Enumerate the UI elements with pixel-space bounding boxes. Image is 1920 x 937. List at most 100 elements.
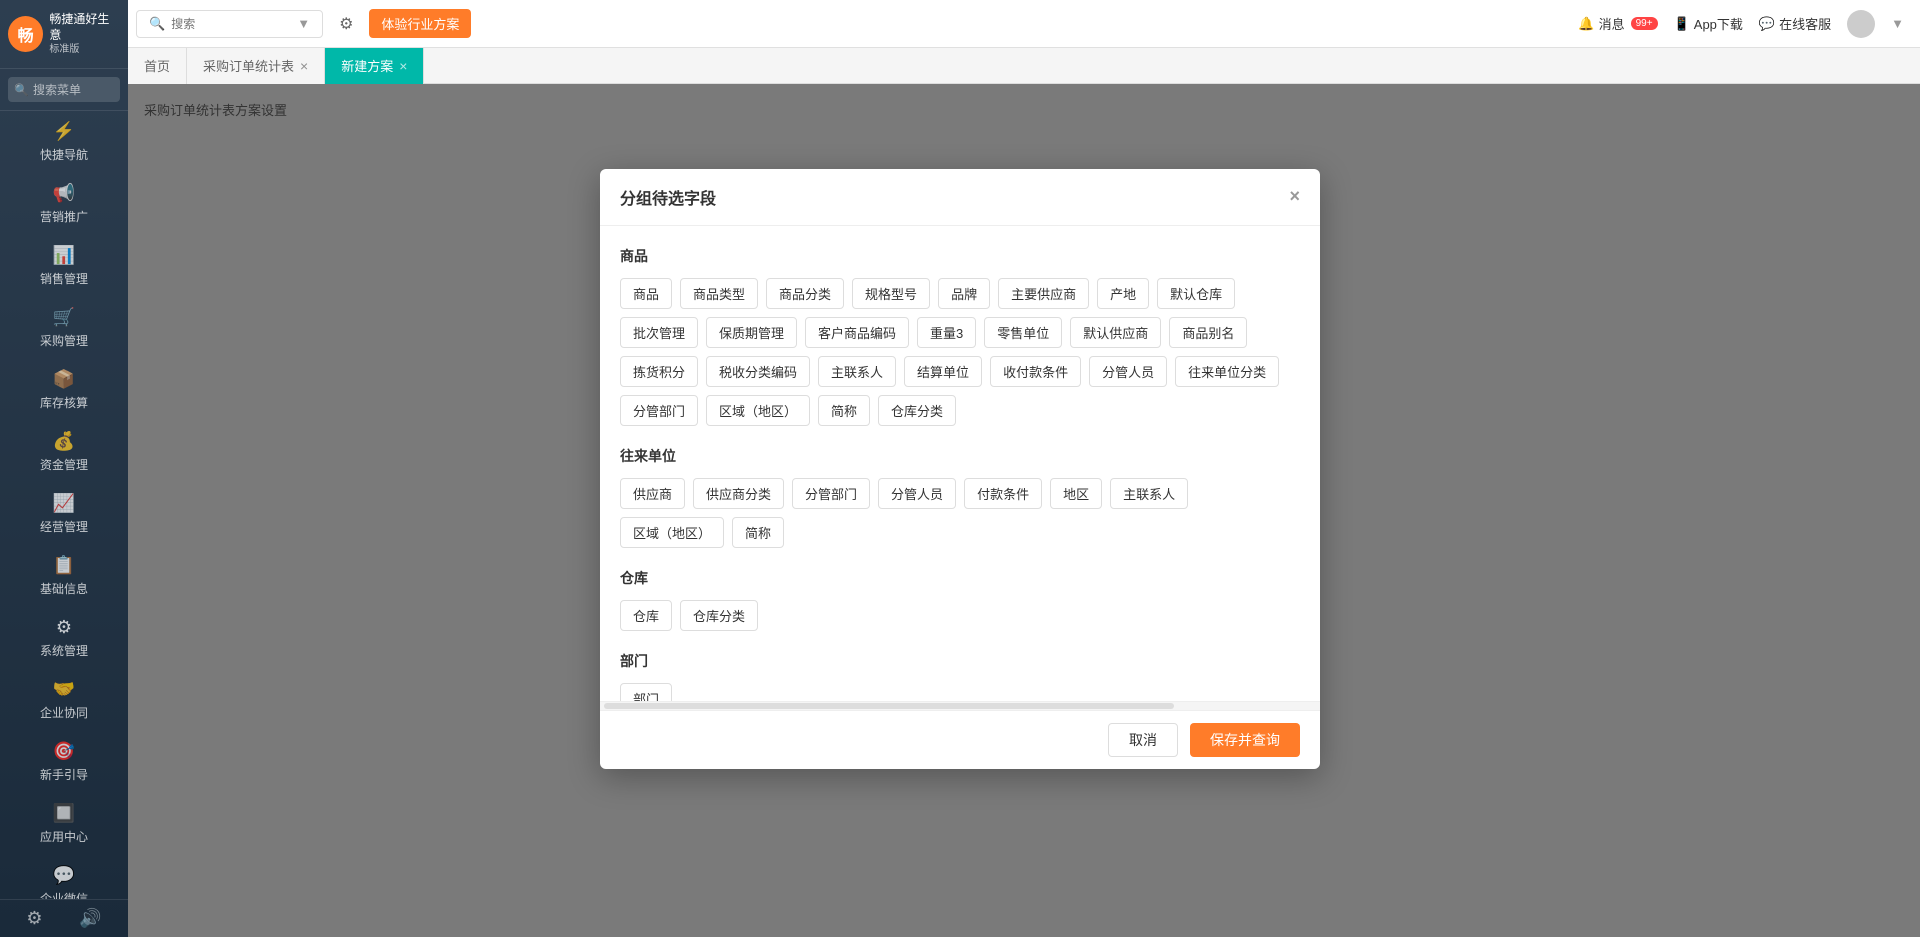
field-tag-goods-9[interactable]: 保质期管理 (706, 317, 797, 348)
field-tag-warehouse-1[interactable]: 仓库分类 (680, 600, 758, 631)
field-tag-warehouse-0[interactable]: 仓库 (620, 600, 672, 631)
field-tag-goods-6[interactable]: 产地 (1097, 278, 1149, 309)
notification-item[interactable]: 🔔 消息 99+ (1578, 14, 1657, 33)
sidebar-item-system[interactable]: ⚙ 系统管理 (0, 607, 128, 669)
field-tags-department: 部门 (620, 683, 1300, 702)
trial-button[interactable]: 体验行业方案 (369, 9, 471, 38)
field-tag-goods-12[interactable]: 零售单位 (984, 317, 1062, 348)
field-tag-goods-10[interactable]: 客户商品编码 (805, 317, 909, 348)
header-gear-icon[interactable]: ⚙ (331, 14, 361, 34)
sidebar-item-operation[interactable]: 📈 经营管理 (0, 483, 128, 545)
field-tag-department-0[interactable]: 部门 (620, 683, 672, 702)
tab-new-plan[interactable]: 新建方案× (325, 48, 424, 84)
field-tag-partner-2[interactable]: 分管部门 (792, 478, 870, 509)
volume-icon[interactable]: 🔊 (79, 908, 101, 929)
field-tag-goods-13[interactable]: 默认供应商 (1070, 317, 1161, 348)
sidebar-search-container: 🔍 搜索菜单 (0, 69, 128, 111)
field-tag-goods-23[interactable]: 区域（地区） (706, 395, 810, 426)
logo-text: 畅捷通好生意 标准版 (49, 12, 120, 56)
field-tag-goods-4[interactable]: 品牌 (938, 278, 990, 309)
tab-label-home: 首页 (144, 56, 170, 75)
sidebar-label-inventory: 库存核算 (40, 394, 88, 411)
field-tag-goods-18[interactable]: 结算单位 (904, 356, 982, 387)
sidebar-item-inventory[interactable]: 📦 库存核算 (0, 359, 128, 421)
sidebar-search-inner[interactable]: 🔍 搜索菜单 (8, 77, 120, 102)
field-tag-partner-8[interactable]: 简称 (732, 517, 784, 548)
field-tag-goods-21[interactable]: 往来单位分类 (1175, 356, 1279, 387)
sidebar-item-guide[interactable]: 🎯 新手引导 (0, 731, 128, 793)
field-tag-partner-4[interactable]: 付款条件 (964, 478, 1042, 509)
field-tag-goods-8[interactable]: 批次管理 (620, 317, 698, 348)
online-service-item[interactable]: 💬 在线客服 (1759, 14, 1831, 33)
field-tag-goods-19[interactable]: 收付款条件 (990, 356, 1081, 387)
tab-close-purchase-stats[interactable]: × (300, 58, 308, 74)
field-tag-goods-22[interactable]: 分管部门 (620, 395, 698, 426)
search-placeholder-text: 搜索菜单 (33, 81, 81, 98)
field-tag-goods-14[interactable]: 商品别名 (1169, 317, 1247, 348)
sidebar-item-finance[interactable]: 💰 资金管理 (0, 421, 128, 483)
header-search-dropdown-icon: ▼ (297, 16, 310, 31)
field-tag-goods-24[interactable]: 简称 (818, 395, 870, 426)
field-tag-partner-6[interactable]: 主联系人 (1110, 478, 1188, 509)
sidebar-label-system: 系统管理 (40, 642, 88, 659)
section-title-partner: 往来单位 (620, 446, 1300, 466)
sidebar-icon-quick-nav: ⚡ (53, 121, 75, 142)
sidebar-item-app-center[interactable]: 🔲 应用中心 (0, 793, 128, 855)
sidebar-icon-finance: 💰 (53, 431, 75, 452)
sidebar-nav: ⚡ 快捷导航 📢 营销推广 📊 销售管理 🛒 采购管理 📦 库存核算 💰 资金管… (0, 111, 128, 899)
sidebar-item-cooperation[interactable]: 🤝 企业协同 (0, 669, 128, 731)
header-search-input[interactable] (171, 17, 291, 31)
field-tag-goods-1[interactable]: 商品类型 (680, 278, 758, 309)
sidebar-item-quick-nav[interactable]: ⚡ 快捷导航 (0, 111, 128, 173)
dialog-close-button[interactable]: × (1289, 186, 1300, 207)
field-tag-goods-5[interactable]: 主要供应商 (998, 278, 1089, 309)
tab-close-new-plan[interactable]: × (399, 58, 407, 74)
field-tag-goods-0[interactable]: 商品 (620, 278, 672, 309)
sidebar-icon-guide: 🎯 (53, 741, 75, 762)
field-tag-partner-7[interactable]: 区域（地区） (620, 517, 724, 548)
field-tag-partner-3[interactable]: 分管人员 (878, 478, 956, 509)
field-tag-partner-0[interactable]: 供应商 (620, 478, 685, 509)
field-tag-partner-5[interactable]: 地区 (1050, 478, 1102, 509)
sidebar-icon-basic-info: 📋 (53, 555, 75, 576)
avatar[interactable] (1847, 10, 1875, 38)
section-goods: 商品商品商品类型商品分类规格型号品牌主要供应商产地默认仓库批次管理保质期管理客户… (620, 246, 1300, 426)
header-search[interactable]: 🔍 ▼ (136, 10, 323, 38)
sidebar-icon-operation: 📈 (53, 493, 75, 514)
field-tag-goods-2[interactable]: 商品分类 (766, 278, 844, 309)
save-button[interactable]: 保存并查询 (1190, 723, 1300, 757)
header-right: 🔔 消息 99+ 📱 App下载 💬 在线客服 ▼ (1578, 10, 1920, 38)
section-partner: 往来单位供应商供应商分类分管部门分管人员付款条件地区主联系人区域（地区） 简称 (620, 446, 1300, 548)
field-tag-goods-20[interactable]: 分管人员 (1089, 356, 1167, 387)
settings-icon[interactable]: ⚙ (26, 908, 42, 929)
sidebar-item-marketing[interactable]: 📢 营销推广 (0, 173, 128, 235)
app-download-item[interactable]: 📱 App下载 (1674, 14, 1743, 33)
field-tag-goods-7[interactable]: 默认仓库 (1157, 278, 1235, 309)
sidebar-label-basic-info: 基础信息 (40, 580, 88, 597)
field-tag-partner-1[interactable]: 供应商分类 (693, 478, 784, 509)
dialog-header: 分组待选字段 × (600, 169, 1320, 226)
cancel-button[interactable]: 取消 (1108, 723, 1178, 757)
sidebar-label-marketing: 营销推广 (40, 208, 88, 225)
notification-icon: 🔔 (1578, 16, 1594, 32)
section-warehouse: 仓库仓库仓库分类 (620, 568, 1300, 631)
field-tag-goods-17[interactable]: 主联系人 (818, 356, 896, 387)
sidebar-label-purchase: 采购管理 (40, 332, 88, 349)
field-tag-goods-15[interactable]: 拣货积分 (620, 356, 698, 387)
user-dropdown-icon[interactable]: ▼ (1891, 16, 1904, 31)
header-search-icon: 🔍 (149, 16, 165, 32)
sidebar-item-basic-info[interactable]: 📋 基础信息 (0, 545, 128, 607)
dialog-hscrollbar[interactable] (600, 701, 1320, 709)
tabs-bar: 首页采购订单统计表×新建方案× (128, 48, 1920, 84)
tab-home[interactable]: 首页 (128, 48, 187, 84)
sidebar-item-enterprise-wechat[interactable]: 💬 企业微信 (0, 855, 128, 899)
dialog-footer: 取消 保存并查询 (600, 710, 1320, 769)
field-tag-goods-11[interactable]: 重量3 (917, 317, 976, 348)
dialog-hscroll-thumb (604, 703, 1174, 709)
field-tag-goods-25[interactable]: 仓库分类 (878, 395, 956, 426)
sidebar-item-purchase[interactable]: 🛒 采购管理 (0, 297, 128, 359)
sidebar-item-sales[interactable]: 📊 销售管理 (0, 235, 128, 297)
field-tag-goods-3[interactable]: 规格型号 (852, 278, 930, 309)
field-tag-goods-16[interactable]: 税收分类编码 (706, 356, 810, 387)
tab-purchase-stats[interactable]: 采购订单统计表× (187, 48, 325, 84)
